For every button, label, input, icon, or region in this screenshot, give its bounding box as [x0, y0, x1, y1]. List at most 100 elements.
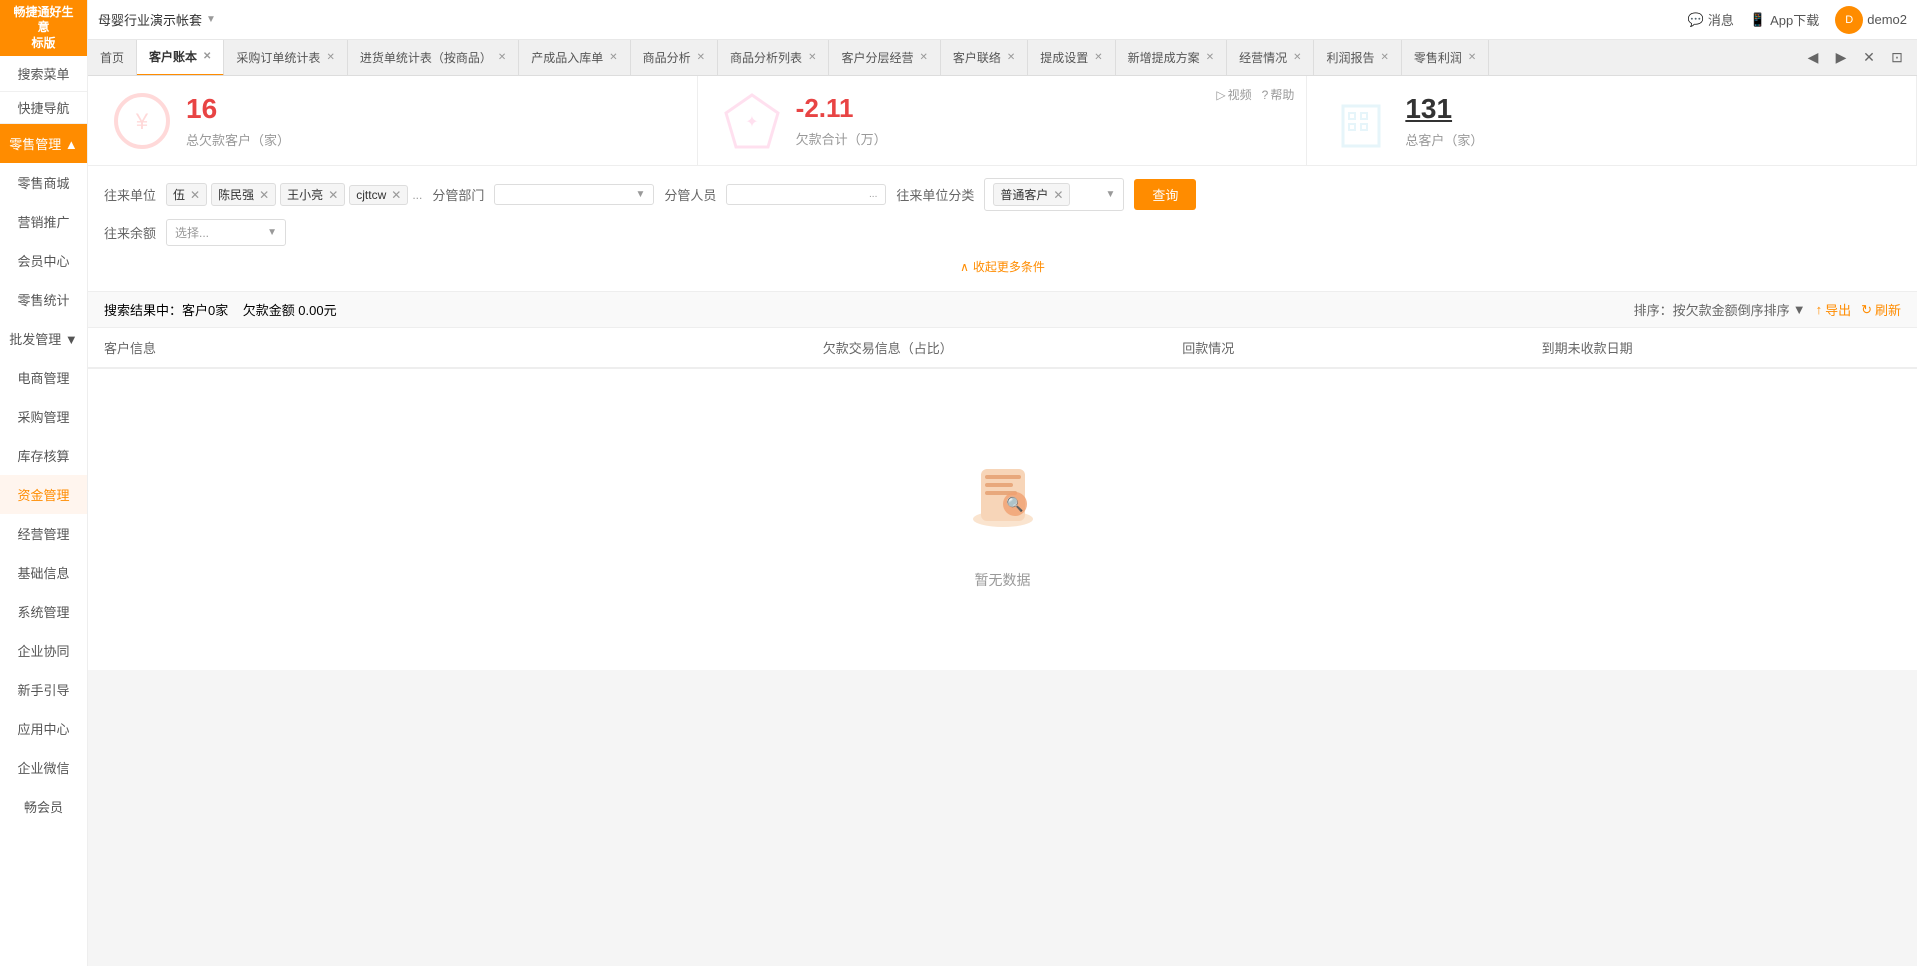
filter-person-select[interactable]: ...	[726, 184, 886, 205]
tab-product-inbound-label: 产成品入库单	[531, 49, 603, 66]
tab-operation[interactable]: 经营情况 ✕	[1227, 40, 1314, 76]
help-btn[interactable]: ? 帮助	[1262, 86, 1295, 103]
user-name: demo2	[1867, 12, 1907, 27]
tab-product-analysis[interactable]: 商品分析 ✕	[631, 40, 718, 76]
empty-state: 🔍 暂无数据	[88, 369, 1917, 670]
sidebar-item-wework[interactable]: 企业微信	[0, 748, 87, 787]
video-btn[interactable]: ▷ 视频	[1216, 86, 1251, 103]
stat-label-debt: 欠款合计（万）	[796, 129, 887, 148]
sort-button[interactable]: 排序：按欠款金额倒序排序 ▼	[1634, 300, 1806, 319]
sidebar-item-inventory[interactable]: 库存核算	[0, 436, 87, 475]
filter-unit-class-select[interactable]: 普通客户 ✕ ▼	[984, 178, 1124, 211]
filter-balance-label: 往来余额	[104, 223, 156, 242]
filter-dept-select[interactable]: ▼	[494, 184, 654, 205]
tab-close-icon[interactable]: ✕	[203, 51, 211, 62]
nav-tabs-close-all-btn[interactable]: ✕	[1857, 46, 1881, 70]
table-header: 客户信息 欠款交易信息（占比） 回款情况 到期未收款日期	[88, 328, 1917, 369]
tab-close-icon[interactable]: ✕	[1468, 52, 1476, 63]
stat-text-total: 131 总客户（家）	[1405, 92, 1483, 149]
sidebar-item-quick-nav[interactable]: 快捷导航	[0, 92, 87, 124]
tab-home-label: 首页	[100, 49, 124, 66]
stat-icon-yuan: ¥	[112, 91, 172, 151]
sidebar-item-retail-mall[interactable]: 零售商城	[0, 163, 87, 202]
filter-collapse-btn[interactable]: ∧ 收起更多条件	[104, 254, 1901, 279]
sidebar-item-changhui[interactable]: 畅会员	[0, 787, 87, 826]
filter-tag-wu-close[interactable]: ✕	[190, 188, 200, 202]
tab-purchase-order-label: 采购订单统计表	[236, 49, 320, 66]
nav-tabs-next-btn[interactable]: ▶	[1829, 46, 1853, 70]
sidebar-item-app-center[interactable]: 应用中心	[0, 709, 87, 748]
filter-unit-tags: 伍 ✕ 陈民强 ✕ 王小亮 ✕ cjttcw ✕ ...	[166, 183, 422, 206]
sidebar-item-marketing[interactable]: 营销推广	[0, 202, 87, 241]
user-menu[interactable]: D demo2	[1835, 6, 1907, 34]
message-btn[interactable]: 💬 消息	[1688, 10, 1734, 29]
export-button[interactable]: ↑ 导出	[1816, 300, 1852, 319]
tab-close-icon[interactable]: ✕	[609, 52, 617, 63]
tab-close-icon[interactable]: ✕	[498, 52, 506, 63]
filter-balance-select[interactable]: 选择... ▼	[166, 219, 286, 246]
filter-tag-chen-close[interactable]: ✕	[259, 188, 269, 202]
sidebar-item-ecommerce[interactable]: 电商管理	[0, 358, 87, 397]
tab-close-icon[interactable]: ✕	[697, 52, 705, 63]
tab-customer-layer[interactable]: 客户分层经营 ✕	[829, 40, 940, 76]
sidebar-item-retail-stats[interactable]: 零售统计	[0, 280, 87, 319]
topbar-selector[interactable]: 母婴行业演示帐套 ▼	[98, 10, 216, 29]
topbar: 母婴行业演示帐套 ▼ 💬 消息 📱 App下载 D demo2	[88, 0, 1917, 40]
stats-bar: ¥ 16 总欠款客户（家） ✦ -2.11 欠款合计	[88, 76, 1917, 166]
topbar-right: 💬 消息 📱 App下载 D demo2	[1688, 6, 1907, 34]
stat-icon-diamond: ✦	[722, 91, 782, 151]
tab-profit-report[interactable]: 利润报告 ✕	[1314, 40, 1401, 76]
tab-customer-ledger[interactable]: 客户账本 ✕	[137, 40, 224, 76]
sidebar-item-retail[interactable]: 零售管理 ▲	[0, 124, 87, 163]
tab-purchase-stats[interactable]: 进货单统计表（按商品） ✕	[348, 40, 519, 76]
tab-retail-profit[interactable]: 零售利润 ✕	[1402, 40, 1489, 76]
sidebar-item-purchase[interactable]: 采购管理	[0, 397, 87, 436]
table-col-repayment: 回款情况	[1182, 338, 1541, 357]
tab-close-icon[interactable]: ✕	[1206, 52, 1214, 63]
video-icon: ▷	[1216, 88, 1225, 102]
tab-retail-profit-label: 零售利润	[1414, 49, 1462, 66]
refresh-button[interactable]: ↻ 刷新	[1861, 300, 1901, 319]
nav-tabs-prev-btn[interactable]: ◀	[1801, 46, 1825, 70]
sidebar-item-basic-info[interactable]: 基础信息	[0, 553, 87, 592]
sidebar-item-system[interactable]: 系统管理	[0, 592, 87, 631]
query-button[interactable]: 查询	[1134, 179, 1196, 210]
sidebar-item-search[interactable]: 搜索菜单	[0, 56, 87, 92]
selector-label: 母婴行业演示帐套	[98, 10, 202, 29]
sidebar-item-corp-collab[interactable]: 企业协同	[0, 631, 87, 670]
message-label: 消息	[1708, 10, 1734, 29]
sidebar-item-guide[interactable]: 新手引导	[0, 670, 87, 709]
sidebar-item-finance[interactable]: 资金管理	[0, 475, 87, 514]
tab-commission-new[interactable]: 新增提成方案 ✕	[1116, 40, 1227, 76]
filter-tag-chen: 陈民强 ✕	[211, 183, 276, 206]
tab-close-icon[interactable]: ✕	[326, 52, 334, 63]
filter-tag-cjttcw-close[interactable]: ✕	[391, 188, 401, 202]
filter-tag-wu-text: 伍	[173, 186, 185, 203]
tab-customer-contact[interactable]: 客户联络 ✕	[941, 40, 1028, 76]
app-label: App下载	[1770, 10, 1819, 29]
svg-text:🔍: 🔍	[1006, 495, 1023, 513]
sidebar-item-member[interactable]: 会员中心	[0, 241, 87, 280]
nav-tabs-expand-btn[interactable]: ⊡	[1885, 46, 1909, 70]
tab-product-inbound[interactable]: 产成品入库单 ✕	[519, 40, 630, 76]
filter-more-tag[interactable]: ...	[412, 188, 422, 202]
app-download-btn[interactable]: 📱 App下载	[1750, 10, 1819, 29]
tab-product-analysis-list[interactable]: 商品分析列表 ✕	[718, 40, 829, 76]
tab-close-icon[interactable]: ✕	[1381, 52, 1389, 63]
tab-purchase-order[interactable]: 采购订单统计表 ✕	[224, 40, 347, 76]
sidebar-item-wholesale[interactable]: 批发管理 ▼	[0, 319, 87, 358]
tab-close-icon[interactable]: ✕	[1293, 52, 1301, 63]
filter-tag-wang-close[interactable]: ✕	[328, 188, 338, 202]
tab-home[interactable]: 首页	[88, 40, 137, 76]
table-container: 客户信息 欠款交易信息（占比） 回款情况 到期未收款日期 🔍	[88, 328, 1917, 690]
filter-class-arrow-icon: ▼	[1105, 189, 1115, 200]
stat-total-debt-amount: ✦ -2.11 欠款合计（万） ▷ 视频 ? 帮助	[698, 76, 1308, 165]
tab-close-icon[interactable]: ✕	[808, 52, 816, 63]
filter-tag-ordinary-close[interactable]: ✕	[1053, 188, 1063, 202]
tab-close-icon[interactable]: ✕	[919, 52, 927, 63]
tab-close-icon[interactable]: ✕	[1094, 52, 1102, 63]
tab-close-icon[interactable]: ✕	[1007, 52, 1015, 63]
sidebar-item-operation[interactable]: 经营管理	[0, 514, 87, 553]
search-result-text: 搜索结果中：客户0家 欠款金额 0.00元	[104, 300, 337, 319]
tab-commission-set[interactable]: 提成设置 ✕	[1028, 40, 1115, 76]
